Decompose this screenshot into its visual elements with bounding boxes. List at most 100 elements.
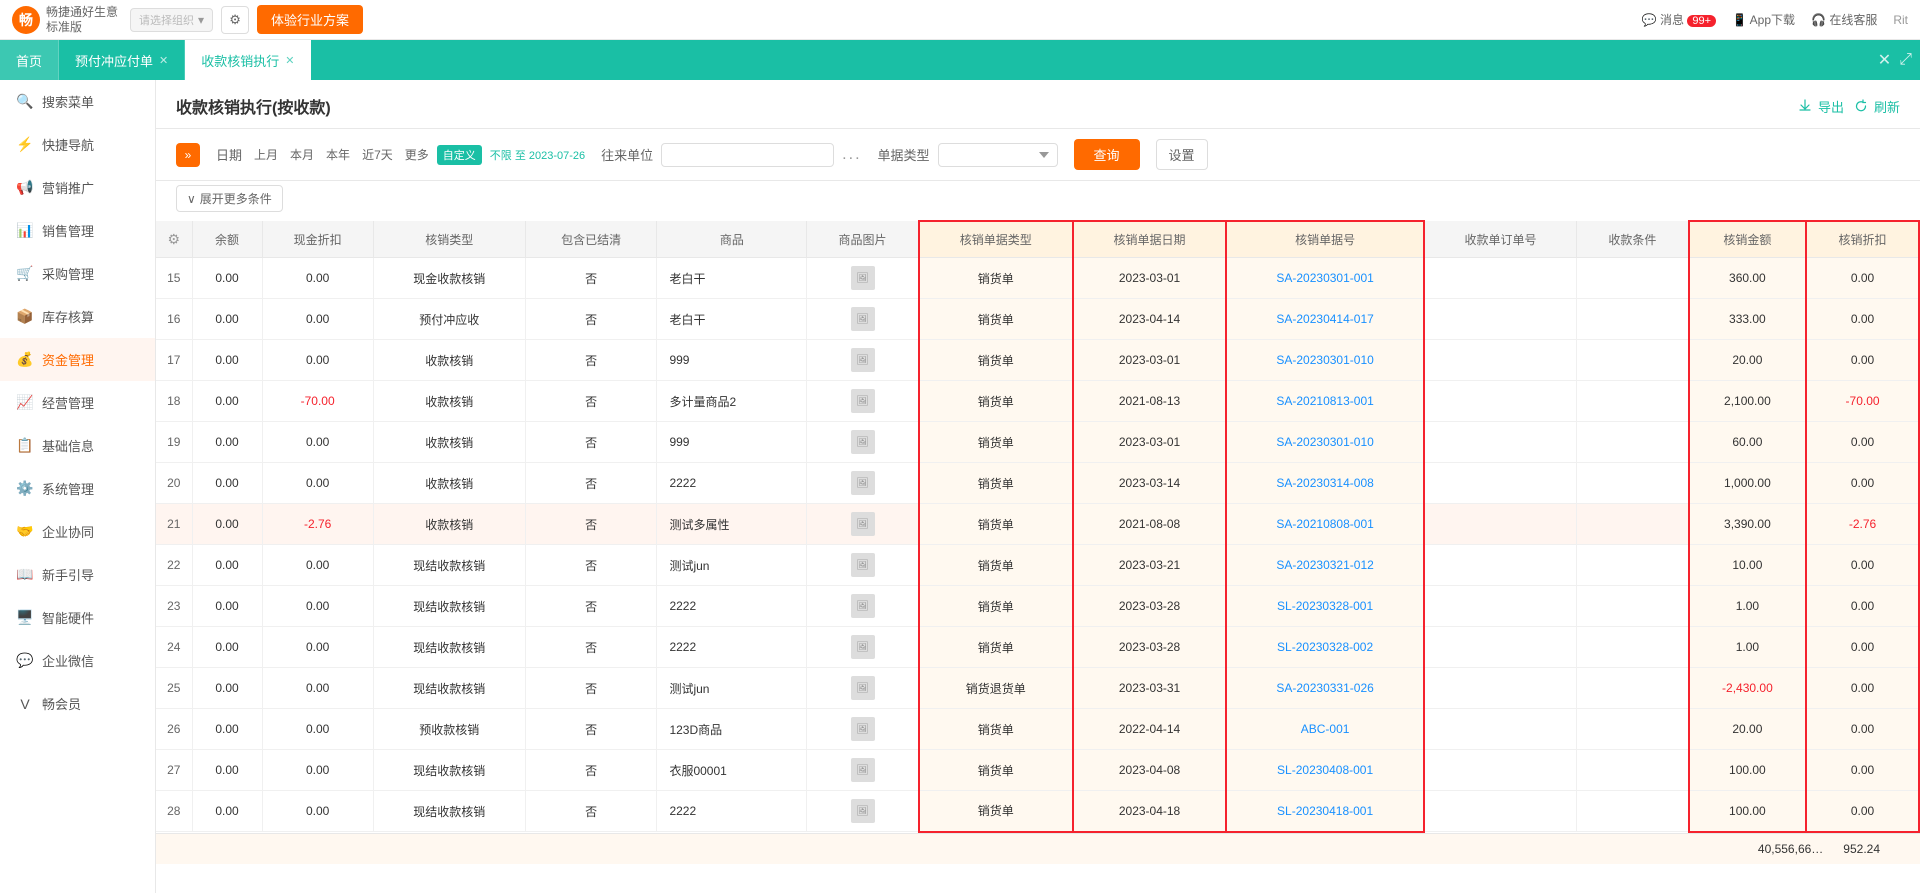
table-row-product: 2222: [657, 463, 807, 504]
sidebar-item-finance[interactable]: 💰 资金管理: [0, 338, 155, 381]
table-row-writeoff-no[interactable]: SL-20230328-002: [1226, 627, 1423, 668]
table-row-receipt-order-no: [1424, 504, 1577, 545]
table-row-num: 17: [156, 340, 192, 381]
table-row-receipt-condition: [1577, 750, 1689, 791]
table-row-writeoff-no[interactable]: SA-20210808-001: [1226, 504, 1423, 545]
sidebar-item-wechat[interactable]: 💬 企业微信: [0, 639, 155, 682]
table-row-product-img: 🖼: [807, 586, 919, 627]
app-download-link[interactable]: 📱 App下载: [1732, 11, 1795, 28]
finance-icon: 💰: [16, 351, 34, 369]
query-button[interactable]: 查询: [1074, 139, 1140, 170]
sidebar-item-management[interactable]: 📈 经营管理: [0, 381, 155, 424]
table-row-writeoff-no[interactable]: SA-20230331-026: [1226, 668, 1423, 709]
table-row-writeoff-type: 现结收款核销: [373, 750, 525, 791]
table-row-receipt-condition: [1577, 299, 1689, 340]
export-button[interactable]: 导出: [1798, 97, 1844, 116]
table-row-writeoff-discount: 0.00: [1806, 750, 1919, 791]
table-row-include-settled: 否: [525, 791, 657, 832]
sidebar-item-basic[interactable]: 📋 基础信息: [0, 424, 155, 467]
sidebar-item-search[interactable]: 🔍 搜索菜单: [0, 80, 155, 123]
table-row-writeoff-no[interactable]: SA-20210813-001: [1226, 381, 1423, 422]
sidebar-item-quicknav[interactable]: ⚡ 快捷导航: [0, 123, 155, 166]
table-row-writeoff-amount: 1.00: [1689, 627, 1806, 668]
table-row-cash-discount: -2.76: [262, 504, 373, 545]
page-actions: 导出 刷新: [1798, 97, 1900, 116]
table-row-balance: 0.00: [192, 791, 262, 832]
tab-close-writeoff[interactable]: ✕: [285, 54, 294, 67]
voucher-type-select[interactable]: [938, 143, 1058, 167]
app-logo: 畅 畅捷通好生意 标准版: [12, 5, 118, 34]
maximize-icon[interactable]: ⤢: [1899, 51, 1912, 69]
table-row-cash-discount: 0.00: [262, 627, 373, 668]
date-btn-7days[interactable]: 近7天: [358, 144, 397, 165]
close-window-icon[interactable]: ✕: [1878, 50, 1891, 70]
table-row-num: 26: [156, 709, 192, 750]
table-row-product: 衣服00001: [657, 750, 807, 791]
table-row-balance: 0.00: [192, 504, 262, 545]
table-row-writeoff-amount: 10.00: [1689, 545, 1806, 586]
table-row-writeoff-no[interactable]: SA-20230301-010: [1226, 422, 1423, 463]
table-row-writeoff-no[interactable]: SA-20230321-012: [1226, 545, 1423, 586]
gear-button[interactable]: ⚙: [221, 6, 249, 34]
table-row-include-settled: 否: [525, 463, 657, 504]
sidebar-item-purchase[interactable]: 🛒 采购管理: [0, 252, 155, 295]
table-row-writeoff-discount: 0.00: [1806, 709, 1919, 750]
table-row-writeoff-no[interactable]: SL-20230418-001: [1226, 791, 1423, 832]
table-row-writeoff-no[interactable]: SA-20230314-008: [1226, 463, 1423, 504]
table-row-writeoff-date: 2023-04-14: [1073, 299, 1227, 340]
table-row-writeoff-date: 2023-03-21: [1073, 545, 1227, 586]
table-row-writeoff-no[interactable]: ABC-001: [1226, 709, 1423, 750]
system-icon: ⚙️: [16, 480, 34, 498]
date-btn-this-year[interactable]: 本年: [322, 144, 354, 165]
col-settings-header[interactable]: ⚙: [156, 221, 192, 258]
table-row-num: 15: [156, 258, 192, 299]
date-btn-more[interactable]: 更多: [401, 144, 433, 165]
table-row-writeoff-voucher-type: 销货退货单: [919, 668, 1073, 709]
table-row-writeoff-date: 2023-04-18: [1073, 791, 1227, 832]
expand-conditions-button[interactable]: ∨ 展开更多条件: [176, 185, 283, 212]
settings-button[interactable]: 设置: [1156, 139, 1208, 170]
table-row-writeoff-date: 2023-03-14: [1073, 463, 1227, 504]
table-row-writeoff-type: 现结收款核销: [373, 627, 525, 668]
messages-link[interactable]: 💬 消息 99+: [1642, 11, 1716, 28]
date-btn-last-month[interactable]: 上月: [250, 144, 282, 165]
tab-close-prepay[interactable]: ✕: [159, 54, 168, 67]
table-row-num: 18: [156, 381, 192, 422]
sidebar-item-guide[interactable]: 📖 新手引导: [0, 553, 155, 596]
industry-button[interactable]: 体验行业方案: [257, 5, 363, 34]
table-row-writeoff-type: 预付冲应收: [373, 299, 525, 340]
date-btn-this-month[interactable]: 本月: [286, 144, 318, 165]
table-row-product-img: 🖼: [807, 709, 919, 750]
table-row-num: 19: [156, 422, 192, 463]
table-row-balance: 0.00: [192, 299, 262, 340]
tab-home[interactable]: 首页: [0, 40, 59, 80]
table-row-writeoff-no[interactable]: SL-20230408-001: [1226, 750, 1423, 791]
sidebar-item-collab[interactable]: 🤝 企业协同: [0, 510, 155, 553]
sidebar-item-inventory[interactable]: 📦 库存核算: [0, 295, 155, 338]
counterparty-input[interactable]: [661, 143, 834, 167]
guide-icon: 📖: [16, 566, 34, 584]
table-row-writeoff-no[interactable]: SL-20230328-001: [1226, 586, 1423, 627]
tab-prepay[interactable]: 预付冲应付单 ✕: [59, 40, 185, 80]
online-service-link[interactable]: 🎧 在线客服: [1811, 11, 1877, 28]
refresh-button[interactable]: 刷新: [1854, 97, 1900, 116]
table-row-writeoff-amount: 1,000.00: [1689, 463, 1806, 504]
table-row-writeoff-voucher-type: 销货单: [919, 586, 1073, 627]
table-row-writeoff-no[interactable]: SA-20230301-001: [1226, 258, 1423, 299]
table-row-cash-discount: 0.00: [262, 463, 373, 504]
table-row-product: 老白干: [657, 299, 807, 340]
sidebar-item-sales[interactable]: 📊 销售管理: [0, 209, 155, 252]
filter-expand-button[interactable]: »: [176, 143, 200, 167]
date-custom-button[interactable]: 自定义: [437, 145, 482, 165]
marketing-icon: 📢: [16, 179, 34, 197]
table-row-writeoff-no[interactable]: SA-20230414-017: [1226, 299, 1423, 340]
sidebar-item-member[interactable]: V 畅会员: [0, 682, 155, 725]
table-row-writeoff-no[interactable]: SA-20230301-010: [1226, 340, 1423, 381]
tab-writeoff[interactable]: 收款核销执行 ✕: [185, 40, 311, 80]
inventory-icon: 📦: [16, 308, 34, 326]
org-selector[interactable]: 请选择组织 ▾: [130, 8, 213, 32]
sidebar-item-marketing[interactable]: 📢 营销推广: [0, 166, 155, 209]
sidebar-item-hardware[interactable]: 🖥️ 智能硬件: [0, 596, 155, 639]
sidebar-item-system[interactable]: ⚙️ 系统管理: [0, 467, 155, 510]
table-row-writeoff-voucher-type: 销货单: [919, 791, 1073, 832]
